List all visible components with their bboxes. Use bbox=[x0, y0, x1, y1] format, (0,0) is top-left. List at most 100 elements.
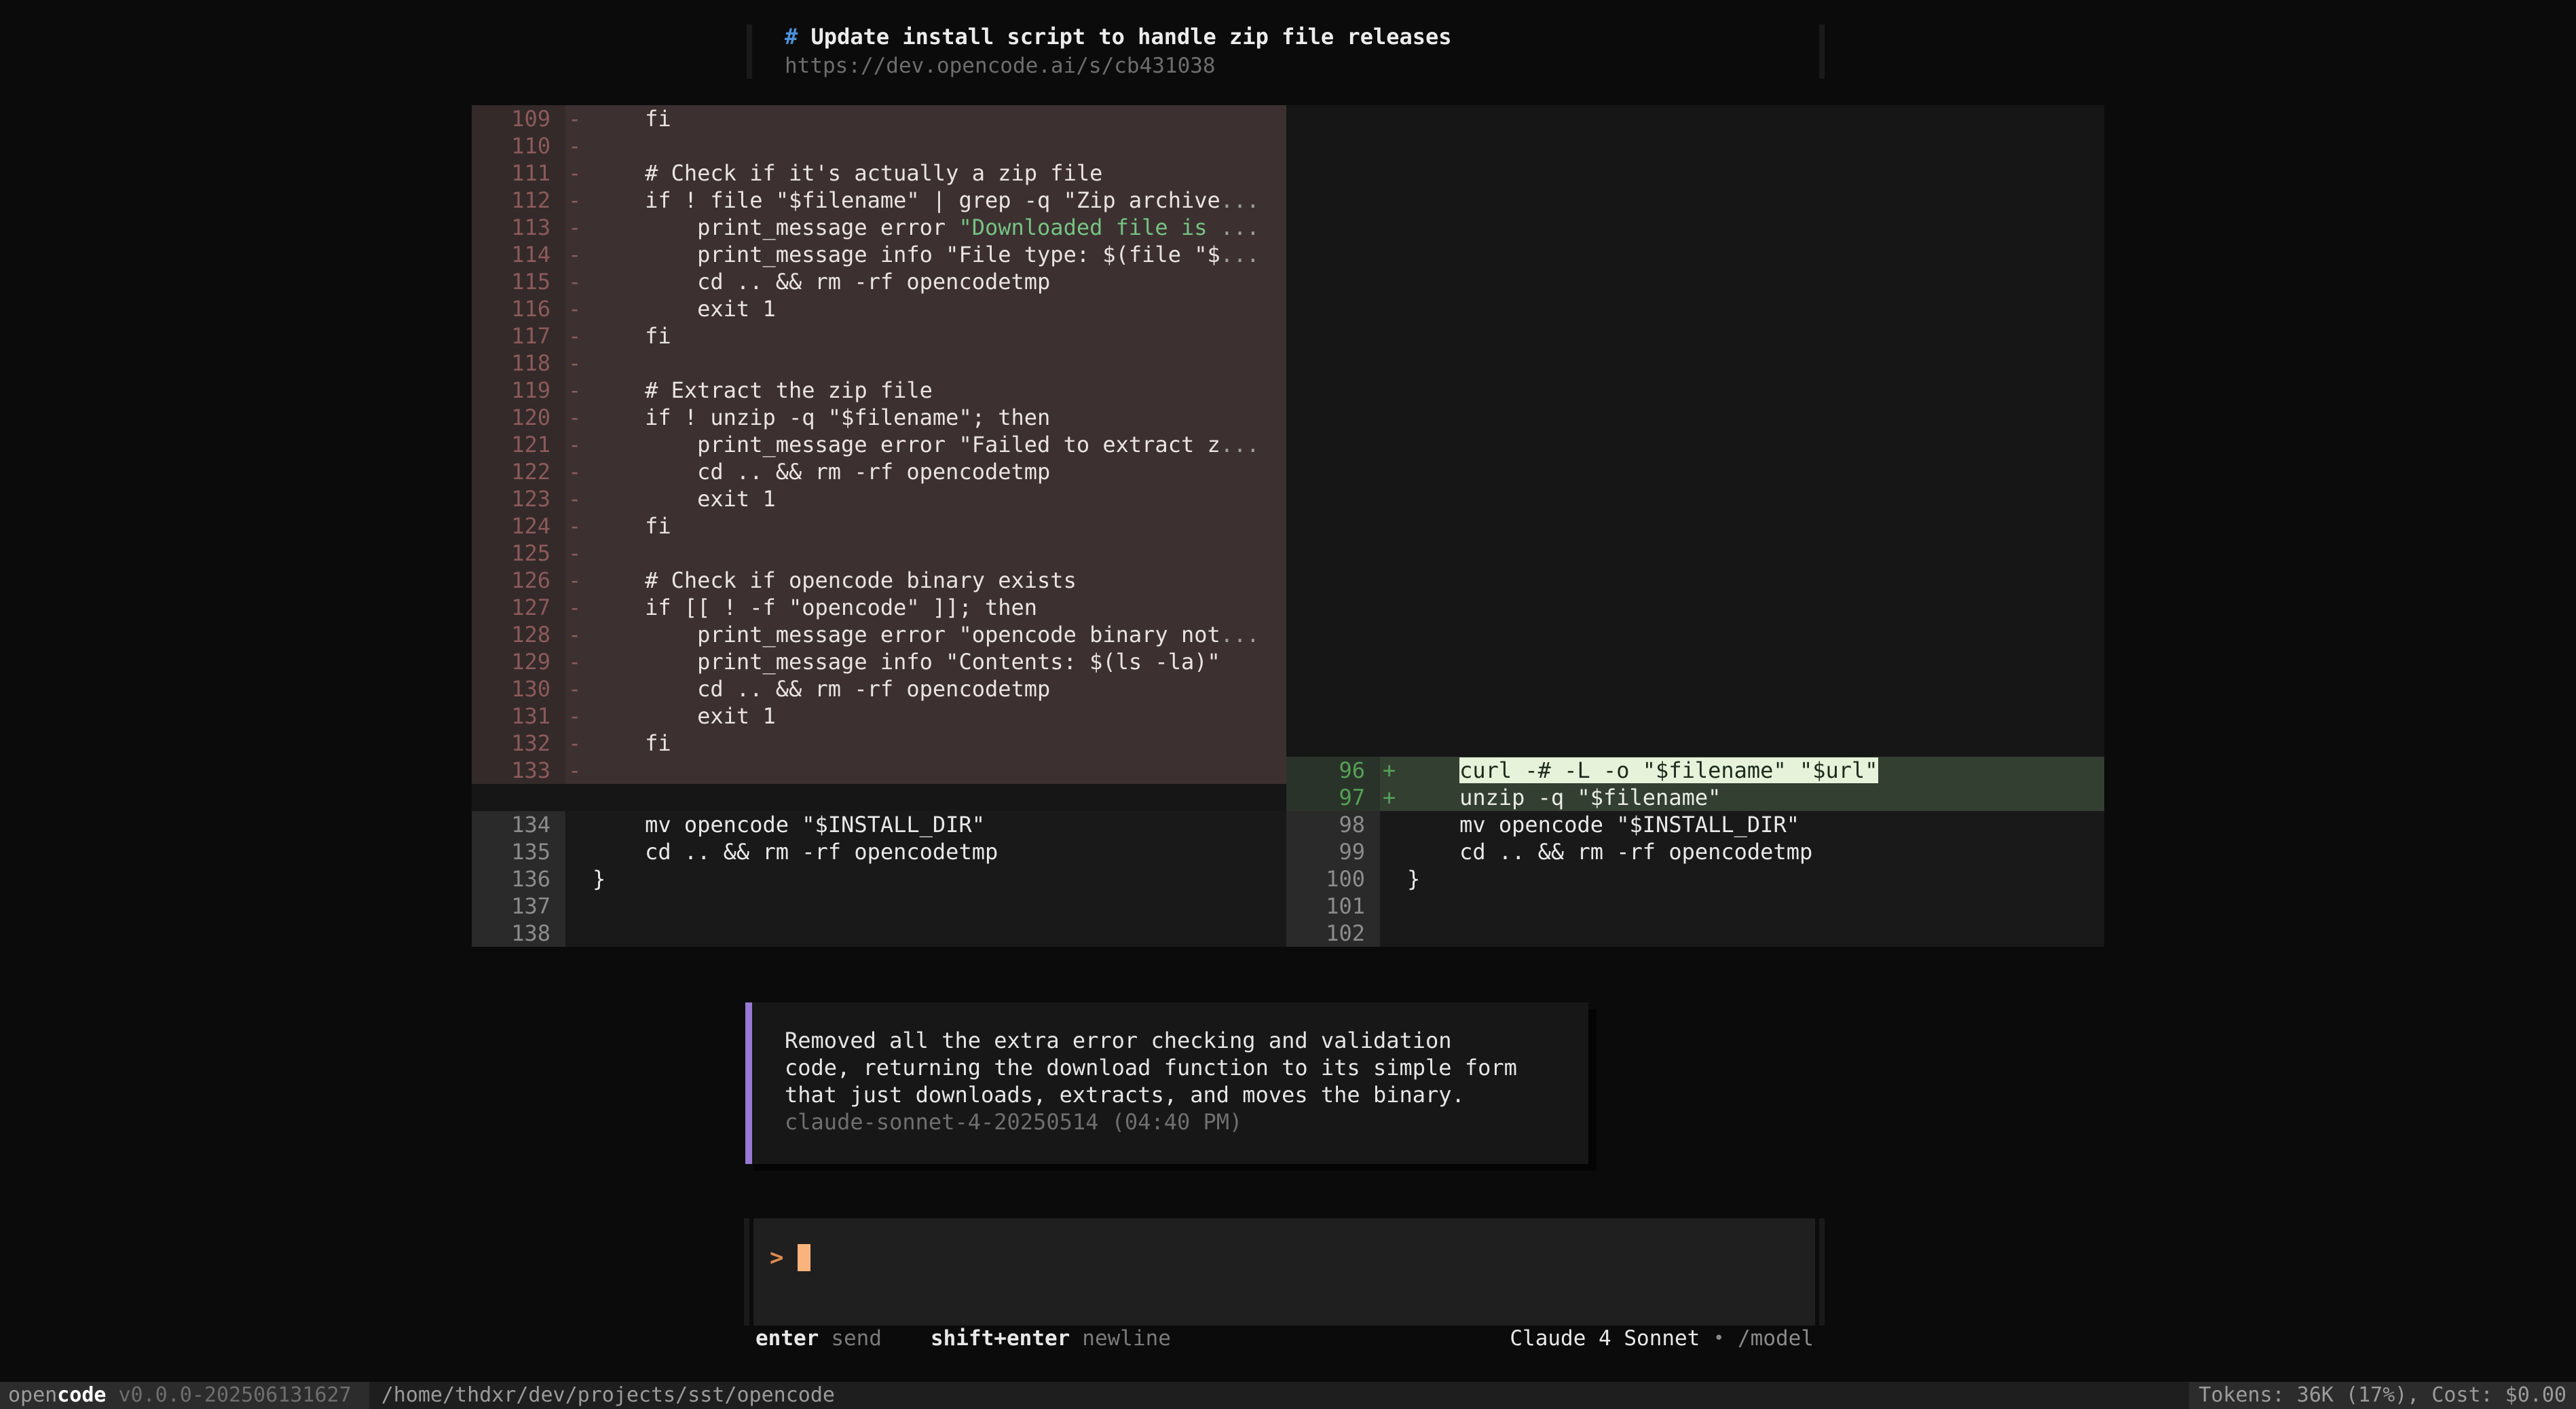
diff-marker: - bbox=[568, 106, 582, 132]
code-line: print_message info "Contents: $(ls -la)" bbox=[593, 649, 1220, 675]
code-line: print_message error "Failed to extract z… bbox=[593, 432, 1260, 457]
diff-row-del: 121- print_message error "Failed to extr… bbox=[472, 431, 1286, 458]
diff-row-del: 112- if ! file "$filename" | grep -q "Zi… bbox=[472, 187, 1286, 214]
diff-row-fill bbox=[1286, 268, 2104, 295]
diff-marker: - bbox=[568, 730, 582, 756]
code-line: fi bbox=[593, 106, 671, 132]
diff-row-del: 129- print_message info "Contents: $(ls … bbox=[472, 648, 1286, 675]
header-left-border bbox=[747, 24, 752, 79]
diff-row-del: 124- fi bbox=[472, 512, 1286, 540]
diff-row-ctx: 138 bbox=[472, 920, 1286, 947]
diff-marker: - bbox=[568, 242, 582, 267]
code-line: print_message error "Downloaded file is … bbox=[593, 214, 1260, 240]
line-number: 122 bbox=[472, 458, 565, 485]
diff-row-ctx: 136} bbox=[472, 865, 1286, 893]
app-name-open: open bbox=[8, 1383, 58, 1407]
line-number: 114 bbox=[472, 241, 565, 268]
app-version: v0.0.0-202506131627 bbox=[118, 1383, 352, 1407]
diff-row-del: 114- print_message info "File type: $(fi… bbox=[472, 241, 1286, 268]
line-number: 113 bbox=[472, 214, 565, 241]
code-line: print_message info "File type: $(file "$… bbox=[593, 242, 1260, 267]
diff-row-ctx: 101 bbox=[1286, 893, 2104, 920]
code-line: cd .. && rm -rf opencodetmp bbox=[593, 269, 1051, 295]
diff-row-del: 110- bbox=[472, 132, 1286, 159]
diff-marker bbox=[1380, 865, 1407, 893]
diff-row-del: 109- fi bbox=[472, 105, 1286, 132]
code-line: cd .. && rm -rf opencodetmp bbox=[1407, 839, 1813, 865]
diff-marker: - bbox=[568, 459, 582, 485]
session-share-url[interactable]: https://dev.opencode.ai/s/cb431038 bbox=[785, 52, 1452, 80]
diff-row-ctx: 100} bbox=[1286, 865, 2104, 893]
diff-marker: - bbox=[568, 540, 582, 566]
diff-row-del: 122- cd .. && rm -rf opencodetmp bbox=[472, 458, 1286, 485]
diff-marker: + bbox=[1383, 757, 1396, 783]
line-number: 98 bbox=[1286, 811, 1380, 838]
line-number: 109 bbox=[472, 105, 565, 132]
diff-row-del: 120- if ! unzip -q "$filename"; then bbox=[472, 404, 1286, 431]
diff-row-fill bbox=[1286, 648, 2104, 675]
code-line: exit 1 bbox=[593, 703, 776, 729]
diff-view: 109- fi 110-111- # Check if it's actually… bbox=[472, 105, 2104, 947]
assistant-message: Removed all the extra error checking and… bbox=[745, 1002, 1588, 1164]
line-number: 101 bbox=[1286, 893, 1380, 920]
diff-marker: - bbox=[568, 595, 582, 620]
diff-row-fill bbox=[1286, 512, 2104, 540]
diff-row-fill bbox=[1286, 594, 2104, 621]
code-line: print_message error "opencode binary not… bbox=[593, 622, 1260, 647]
diff-marker bbox=[565, 838, 593, 865]
diff-row-del: 115- cd .. && rm -rf opencodetmp bbox=[472, 268, 1286, 295]
header-right-border bbox=[1819, 24, 1825, 79]
input-left-border bbox=[744, 1218, 749, 1326]
diff-row-fill bbox=[1286, 621, 2104, 648]
model-name: Claude 4 Sonnet bbox=[1510, 1326, 1700, 1351]
diff-row-del: 131- exit 1 bbox=[472, 702, 1286, 730]
line-number: 134 bbox=[472, 811, 565, 838]
line-number: 102 bbox=[1286, 920, 1380, 947]
diff-row-fill bbox=[1286, 730, 2104, 757]
diff-marker bbox=[1380, 920, 1407, 947]
model-command[interactable]: /model bbox=[1738, 1323, 1814, 1353]
code-line: fi bbox=[593, 513, 671, 539]
status-project-path: /home/thdxr/dev/projects/sst/opencode bbox=[369, 1382, 2190, 1409]
diff-marker: - bbox=[568, 133, 582, 159]
diff-marker: - bbox=[568, 296, 582, 322]
diff-row-del: 113- print_message error "Downloaded fil… bbox=[472, 214, 1286, 241]
diff-marker: - bbox=[568, 187, 582, 213]
code-line: # Extract the zip file bbox=[593, 377, 933, 403]
diff-row-fill bbox=[1286, 295, 2104, 322]
line-number: 96 bbox=[1286, 757, 1380, 784]
diff-marker bbox=[1380, 893, 1407, 920]
diff-row-ctx: 98 mv opencode "$INSTALL_DIR" bbox=[1286, 811, 2104, 838]
line-number: 135 bbox=[472, 838, 565, 865]
diff-row-fill bbox=[1286, 675, 2104, 702]
diff-marker: - bbox=[568, 513, 582, 539]
code-line: mv opencode "$INSTALL_DIR" bbox=[593, 812, 985, 838]
code-line: } bbox=[1407, 866, 1421, 892]
diff-row-fill bbox=[1286, 322, 2104, 350]
diff-row-fill bbox=[1286, 159, 2104, 187]
diff-row-del: 111- # Check if it's actually a zip file bbox=[472, 159, 1286, 187]
line-number: 110 bbox=[472, 132, 565, 159]
prompt-icon: > bbox=[770, 1244, 784, 1271]
session-title-text: Update install script to handle zip file… bbox=[810, 24, 1452, 50]
diff-row-del: 130- cd .. && rm -rf opencodetmp bbox=[472, 675, 1286, 702]
diff-row-ctx: 99 cd .. && rm -rf opencodetmp bbox=[1286, 838, 2104, 865]
line-number: 118 bbox=[472, 350, 565, 377]
line-number: 120 bbox=[472, 404, 565, 431]
diff-row-del: 116- exit 1 bbox=[472, 295, 1286, 322]
code-line: fi bbox=[593, 323, 671, 349]
status-tokens-cost: Tokens: 36K (17%), Cost: $0.00 bbox=[2189, 1382, 2576, 1409]
line-number: 100 bbox=[1286, 865, 1380, 893]
code-line: # Check if opencode binary exists bbox=[593, 567, 1077, 593]
line-number: 137 bbox=[472, 893, 565, 920]
diff-row-del: 118- bbox=[472, 350, 1286, 377]
hint-shift-enter-key: shift+enter bbox=[930, 1326, 1070, 1351]
diff-row-ctx: 102 bbox=[1286, 920, 2104, 947]
diff-pane-old: 109- fi 110-111- # Check if it's actually… bbox=[472, 105, 1286, 947]
prompt-input[interactable]: > bbox=[753, 1218, 1815, 1326]
